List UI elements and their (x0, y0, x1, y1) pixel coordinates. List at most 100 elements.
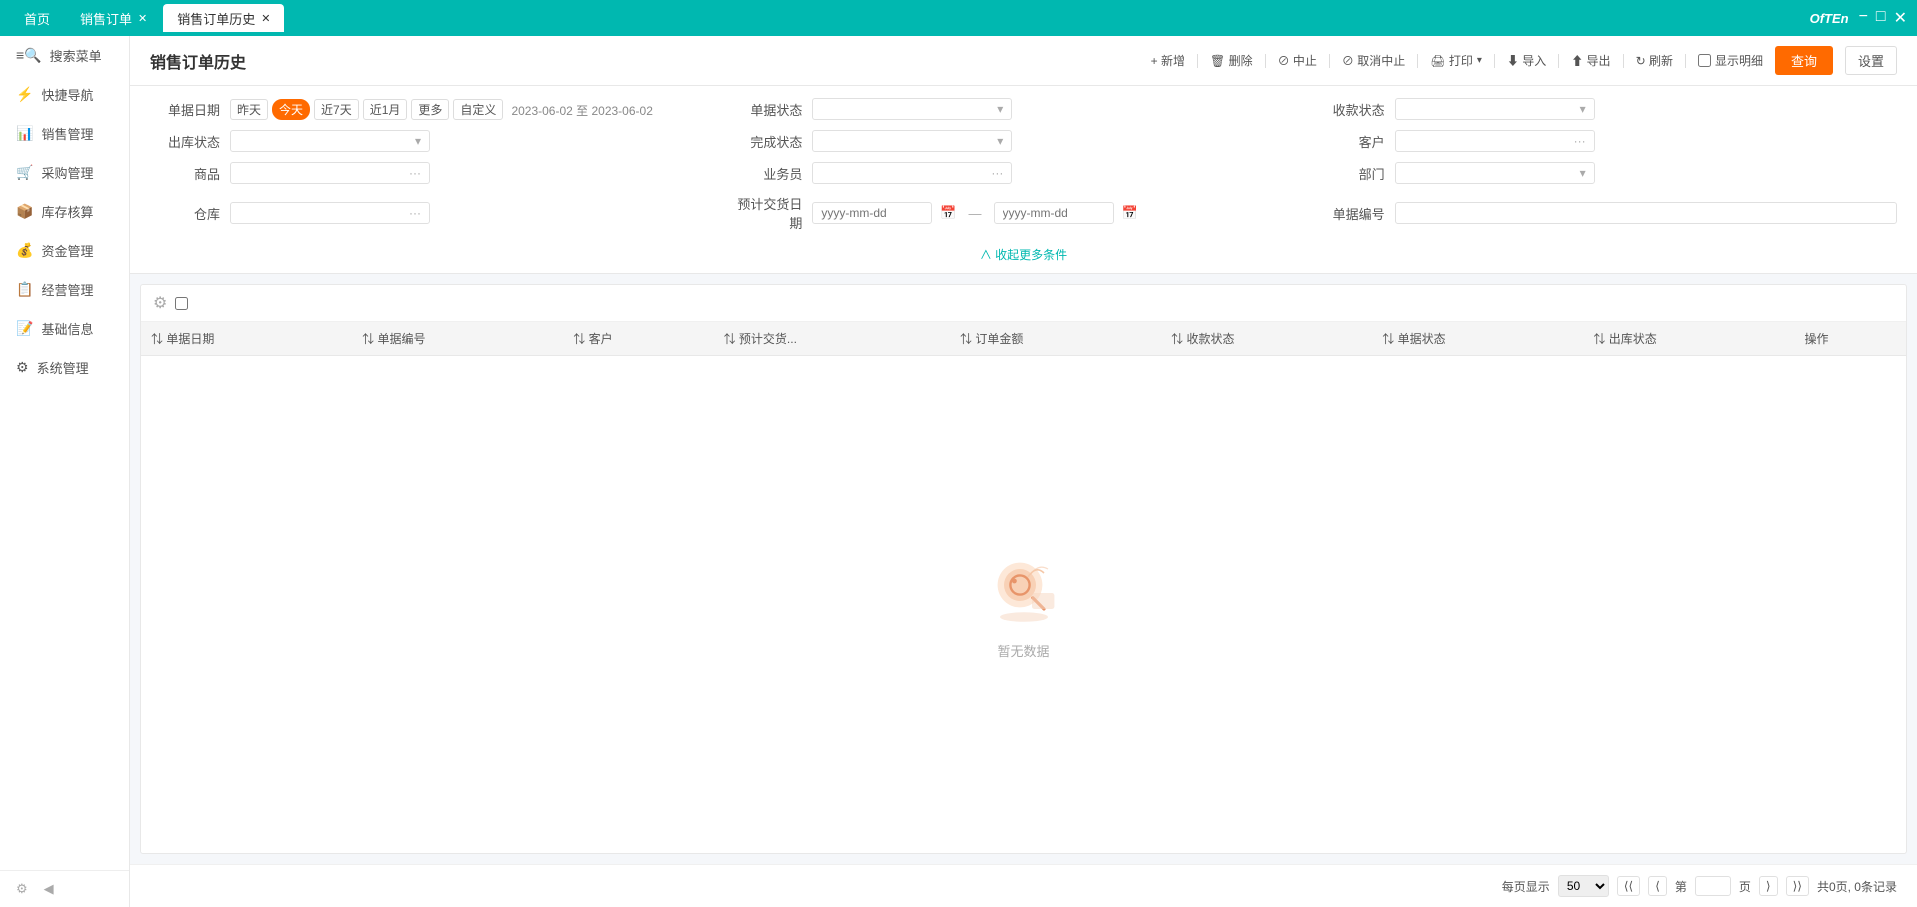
import-button[interactable]: ⬇ 导入 (1507, 52, 1546, 69)
query-button[interactable]: 查询 (1775, 46, 1833, 75)
expected-date-content: 📅 — 📅 (812, 202, 1314, 224)
warehouse-dots[interactable]: ··· (409, 206, 421, 220)
col-expected-date[interactable]: ⇅ 预计交货... (714, 322, 950, 356)
out-status-arrow: ▾ (415, 134, 421, 148)
date-separator: — (969, 206, 982, 221)
sidebar-item-basic-info-label: 基础信息 (41, 319, 93, 338)
sidebar-collapse-icon[interactable]: ◀ (44, 881, 54, 897)
prev-page-btn[interactable]: ⟨ (1648, 876, 1667, 896)
search-menu-icon: ≡🔍 (16, 47, 42, 64)
col-bill-status[interactable]: ⇅ 单据状态 (1372, 322, 1583, 356)
sidebar-item-sales-mgmt-label: 销售管理 (41, 124, 93, 143)
sidebar-item-basic-info[interactable]: 📝 基础信息 (0, 309, 129, 348)
stop-button[interactable]: ⊘ 中止 (1278, 52, 1317, 69)
bill-no-input[interactable] (1395, 202, 1897, 224)
show-detail-label: 显示明细 (1715, 52, 1763, 69)
maximize-btn[interactable]: □ (1876, 8, 1886, 28)
table-settings-icon[interactable]: ⚙ (153, 293, 167, 313)
close-btn[interactable]: ✕ (1894, 8, 1907, 28)
sidebar-item-sales-mgmt[interactable]: 📊 销售管理 (0, 114, 129, 153)
setting-button[interactable]: 设置 (1845, 46, 1897, 75)
product-dots[interactable]: ··· (409, 166, 421, 180)
col-out-status[interactable]: ⇅ 出库状态 (1583, 322, 1794, 356)
sidebar-item-system-mgmt[interactable]: ⚙ 系统管理 (0, 348, 129, 387)
collection-status-label: 收款状态 (1315, 100, 1395, 119)
calendar-icon-to[interactable]: 📅 (1122, 205, 1138, 221)
tab-sales-order-close[interactable]: ✕ (138, 12, 147, 25)
main-layout: ≡🔍 搜索菜单 ⚡ 快捷导航 📊 销售管理 🛒 采购管理 📦 库存核算 💰 资金… (0, 36, 1917, 907)
sidebar-item-search-menu[interactable]: ≡🔍 搜索菜单 (0, 36, 129, 75)
salesperson-label: 业务员 (732, 164, 812, 183)
show-detail-checkbox-label[interactable]: 显示明细 (1698, 52, 1763, 69)
customer-dots[interactable]: ··· (1574, 134, 1586, 148)
sidebar-item-fund-mgmt[interactable]: 💰 资金管理 (0, 231, 129, 270)
col-collection-status[interactable]: ⇅ 收款状态 (1161, 322, 1372, 356)
warehouse-select[interactable]: ··· (230, 202, 430, 224)
date-btn-yesterday[interactable]: 昨天 (230, 99, 268, 120)
complete-status-select[interactable]: ▾ (812, 130, 1012, 152)
tab-home[interactable]: 首页 (10, 4, 64, 32)
product-content: ··· (230, 162, 732, 184)
sidebar-item-purchase-mgmt-label: 采购管理 (41, 163, 93, 182)
collapse-more-btn[interactable]: ∧ 收起更多条件 (150, 242, 1897, 265)
salesperson-dots[interactable]: ··· (991, 166, 1003, 180)
date-filter-content: 昨天 今天 近7天 近1月 更多 自定义 2023-06-02 至 2023-0… (230, 99, 732, 120)
new-button[interactable]: + 新增 (1151, 52, 1185, 69)
delete-button[interactable]: 🗑 删除 (1210, 52, 1253, 69)
next-page-btn[interactable]: ⟩ (1759, 876, 1778, 896)
salesperson-select[interactable]: ··· (812, 162, 1012, 184)
out-status-select[interactable]: ▾ (230, 130, 430, 152)
date-btn-more[interactable]: 更多 (411, 99, 449, 120)
tab-sales-order-history-close[interactable]: ✕ (261, 12, 270, 25)
first-page-btn[interactable]: ⟨⟨ (1617, 876, 1640, 896)
sidebar-item-quick-nav[interactable]: ⚡ 快捷导航 (0, 75, 129, 114)
refresh-button[interactable]: ↻ 刷新 (1636, 52, 1673, 69)
col-action: 操作 (1794, 322, 1906, 356)
filter-area: 单据日期 昨天 今天 近7天 近1月 更多 自定义 2023-06-02 至 2… (130, 86, 1917, 274)
col-customer[interactable]: ⇅ 客户 (563, 322, 713, 356)
expected-date-to[interactable] (994, 202, 1114, 224)
date-btn-7days[interactable]: 近7天 (314, 99, 359, 120)
dept-select[interactable]: ▾ (1395, 162, 1595, 184)
sidebar-item-inventory[interactable]: 📦 库存核算 (0, 192, 129, 231)
minimize-btn[interactable]: − (1859, 8, 1868, 28)
product-select[interactable]: ··· (230, 162, 430, 184)
calendar-icon-from[interactable]: 📅 (940, 205, 956, 221)
divider-1 (1197, 54, 1198, 68)
divider-2 (1265, 54, 1266, 68)
col-action-label: 操作 (1804, 332, 1828, 346)
date-btn-1month[interactable]: 近1月 (363, 99, 408, 120)
customer-content: ··· (1395, 130, 1897, 152)
print-dropdown-icon: ▾ (1477, 55, 1482, 66)
sidebar-item-purchase-mgmt[interactable]: 🛒 采购管理 (0, 153, 129, 192)
customer-select[interactable]: ··· (1395, 130, 1595, 152)
date-btn-custom[interactable]: 自定义 (453, 99, 503, 120)
bill-status-select[interactable]: ▾ (812, 98, 1012, 120)
show-detail-checkbox[interactable] (1698, 54, 1711, 67)
print-button[interactable]: 🖨 打印 ▾ (1430, 52, 1482, 69)
complete-status-label: 完成状态 (732, 132, 812, 151)
date-range-display: 2023-06-02 至 2023-06-02 (511, 100, 652, 119)
toolbar: + 新增 🗑 删除 ⊘ 中止 ⊘ 取消中止 🖨 打印 ▾ ⬇ 导入 ⬆ 导出 ↻… (1151, 46, 1897, 75)
col-bill-date[interactable]: ⇅ 单据日期 (141, 322, 352, 356)
empty-icon (984, 549, 1064, 629)
tab-sales-order[interactable]: 销售订单 ✕ (66, 4, 161, 32)
per-page-select[interactable]: 10 20 50 100 (1558, 875, 1609, 897)
col-order-amount[interactable]: ⇅ 订单金额 (950, 322, 1161, 356)
filter-row-date: 单据日期 昨天 今天 近7天 近1月 更多 自定义 2023-06-02 至 2… (150, 98, 1897, 120)
collection-status-select[interactable]: ▾ (1395, 98, 1595, 120)
current-page-input[interactable]: 1 (1695, 876, 1731, 896)
tab-bar: 首页 销售订单 ✕ 销售订单历史 ✕ (10, 4, 1810, 32)
sidebar-item-inventory-label: 库存核算 (41, 202, 93, 221)
last-page-btn[interactable]: ⟩⟩ (1786, 876, 1809, 896)
tab-sales-order-history[interactable]: 销售订单历史 ✕ (163, 4, 284, 32)
cancel-stop-button[interactable]: ⊘ 取消中止 (1342, 52, 1405, 69)
select-all-checkbox[interactable] (175, 297, 188, 310)
filter-row-2: 出库状态 ▾ 完成状态 ▾ 客户 (150, 130, 1897, 152)
col-bill-no[interactable]: ⇅ 单据编号 (352, 322, 563, 356)
date-btn-today[interactable]: 今天 (272, 99, 310, 120)
sidebar-item-business-mgmt[interactable]: 📋 经营管理 (0, 270, 129, 309)
expected-date-from[interactable] (812, 202, 932, 224)
sidebar-settings-icon[interactable]: ⚙ (16, 881, 28, 897)
export-button[interactable]: ⬆ 导出 (1571, 52, 1610, 69)
